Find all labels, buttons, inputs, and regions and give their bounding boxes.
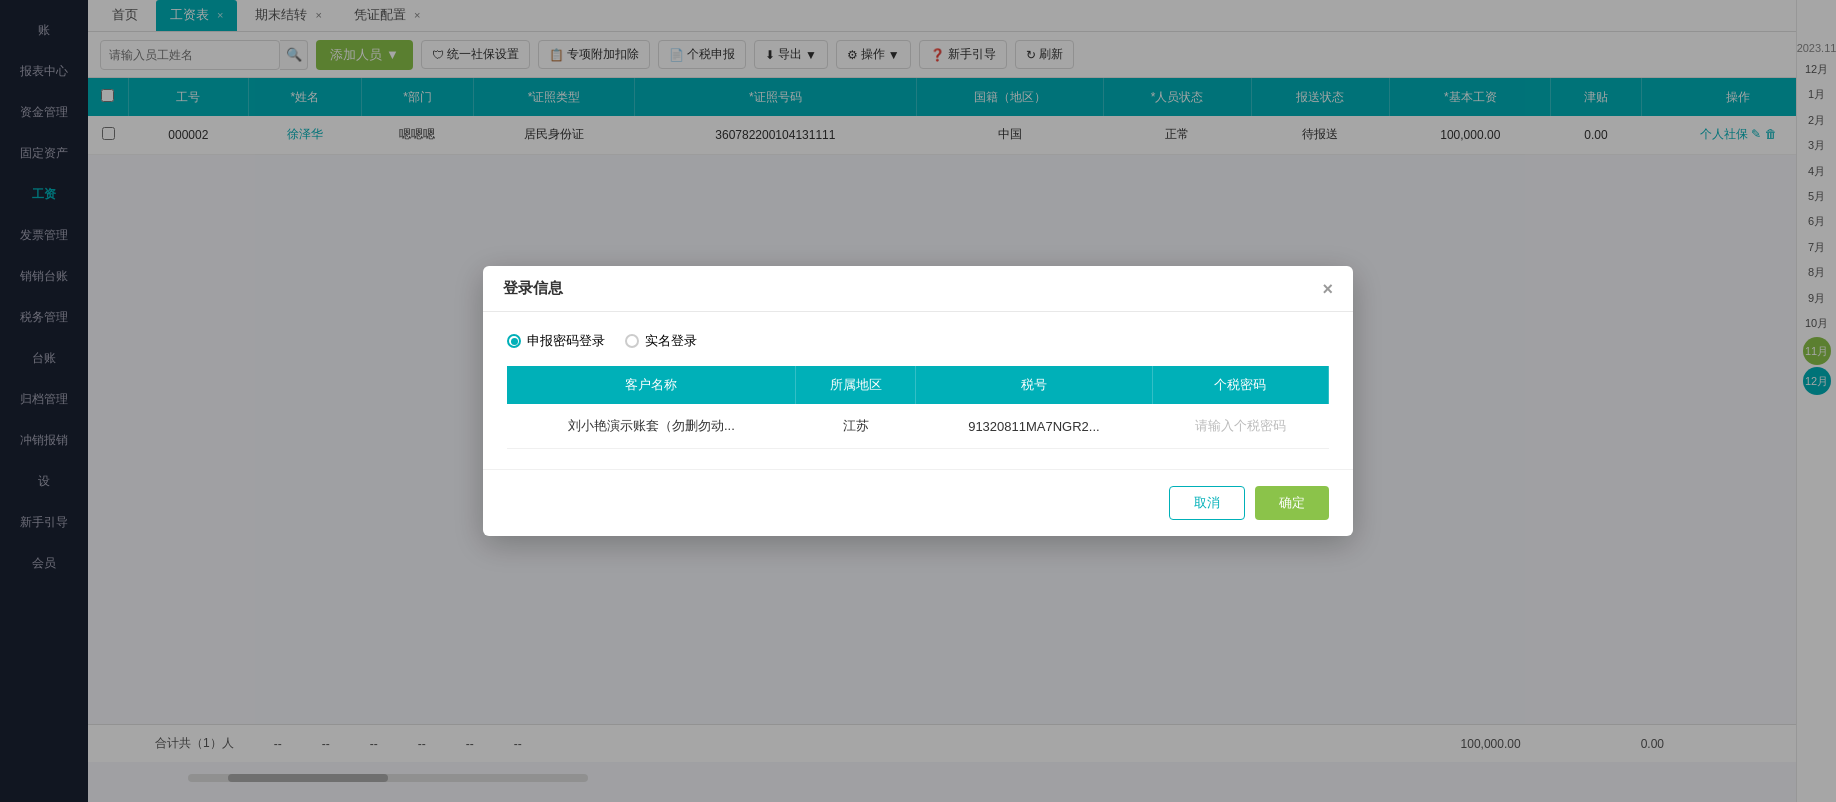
login-modal: 登录信息 × 申报密码登录 实名登录 客户名称 所属地区 [483,266,1353,536]
modal-body: 申报密码登录 实名登录 客户名称 所属地区 税号 个税密码 [483,312,1353,469]
login-type-group: 申报密码登录 实名登录 [507,332,1329,350]
modal-col-password: 个税密码 [1152,366,1328,404]
modal-tax-number: 91320811MA7NGR2... [916,404,1152,448]
modal-region: 江苏 [796,404,916,448]
radio-realname-circle[interactable] [625,334,639,348]
radio-password-login[interactable]: 申报密码登录 [507,332,605,350]
modal-col-tax: 税号 [916,366,1152,404]
modal-table-row: 刘小艳演示账套（勿删勿动... 江苏 91320811MA7NGR2... 请输… [507,404,1329,448]
cancel-button[interactable]: 取消 [1169,486,1245,520]
modal-col-region: 所属地区 [796,366,916,404]
radio-password-label: 申报密码登录 [527,332,605,350]
modal-overlay: 登录信息 × 申报密码登录 实名登录 客户名称 所属地区 [0,0,1836,802]
radio-password-circle[interactable] [507,334,521,348]
radio-realname-label: 实名登录 [645,332,697,350]
modal-client-name: 刘小艳演示账套（勿删勿动... [507,404,796,448]
modal-password-cell[interactable]: 请输入个税密码 [1152,404,1328,448]
radio-realname-login[interactable]: 实名登录 [625,332,697,350]
modal-header: 登录信息 × [483,266,1353,312]
modal-data-table: 客户名称 所属地区 税号 个税密码 刘小艳演示账套（勿删勿动... 江苏 913… [507,366,1329,449]
modal-close-button[interactable]: × [1322,280,1333,298]
confirm-button[interactable]: 确定 [1255,486,1329,520]
modal-col-client: 客户名称 [507,366,796,404]
modal-title: 登录信息 [503,279,563,298]
modal-footer: 取消 确定 [483,469,1353,536]
